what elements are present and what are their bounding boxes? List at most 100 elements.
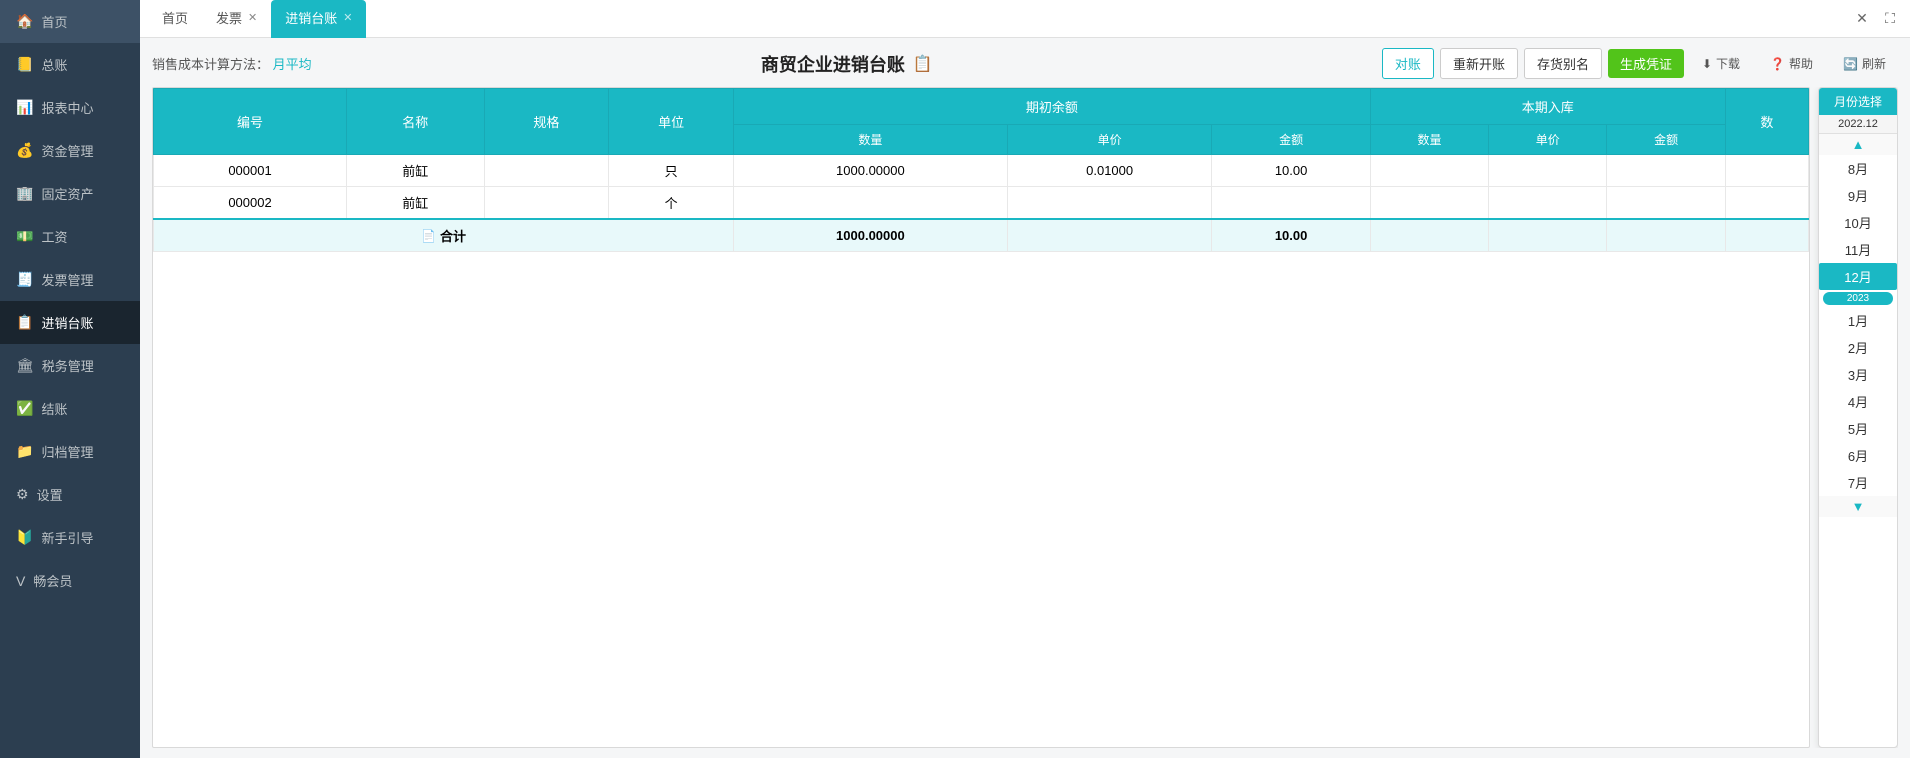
cell-price-start: 0.01000	[1007, 155, 1212, 187]
tab-label: 发票	[216, 8, 242, 27]
refresh-icon: 🔄	[1843, 57, 1858, 71]
generate-voucher-button[interactable]: 生成凭证	[1608, 49, 1684, 78]
reopen-button[interactable]: 重新开账	[1440, 48, 1518, 79]
cell-name: 前缸	[347, 187, 485, 220]
download-icon: ⬇	[1702, 57, 1712, 71]
month-item-2023-3[interactable]: 3月	[1819, 361, 1897, 388]
sidebar-icon-reports: 📊	[16, 99, 33, 116]
total-extra	[1725, 219, 1808, 252]
title-area: 商贸企业进销台账 📋	[761, 51, 933, 77]
year-badge-2023: 2023	[1823, 292, 1893, 305]
sidebar-item-tax[interactable]: 🏛税务管理	[0, 344, 140, 387]
month-item-2023-7[interactable]: 7月	[1819, 469, 1897, 496]
sidebar-label-invoice: 发票管理	[41, 270, 93, 289]
month-item-11[interactable]: 11月	[1819, 236, 1897, 263]
month-item-2023-6[interactable]: 6月	[1819, 442, 1897, 469]
cell-code: 000002	[154, 187, 347, 220]
sidebar-item-purchase-sales[interactable]: 📋进销台账	[0, 301, 140, 344]
month-scroll-up[interactable]: ▲	[1819, 134, 1897, 155]
col-name: 名称	[347, 89, 485, 155]
page-title: 商贸企业进销台账	[761, 51, 905, 77]
sidebar-icon-invoice: 🧾	[16, 271, 33, 288]
total-amount-in	[1607, 219, 1725, 252]
col-group-period-start: 期初余额	[733, 89, 1370, 125]
action-buttons: 对账 重新开账 存货别名 生成凭证 ⬇ 下载 ❓ 帮助 🔄 刷新	[1382, 48, 1898, 79]
sidebar-item-payroll[interactable]: 💵 工资	[0, 215, 140, 258]
main-area: 首页发票✕进销台账✕ 销售成本计算方法： 月平均 商贸企业进销台账 📋 对账 重…	[140, 0, 1910, 758]
cell-price-start	[1007, 187, 1212, 220]
sidebar-item-invoice[interactable]: 🧾 发票管理	[0, 258, 140, 301]
cell-spec	[484, 155, 609, 187]
sidebar-icon-settings: ⚙	[16, 486, 29, 503]
cell-qty-start	[733, 187, 1007, 220]
sidebar-item-ledger[interactable]: 📒 总账	[0, 43, 140, 86]
month-item-2023-1[interactable]: 1月	[1819, 307, 1897, 334]
month-item-12[interactable]: 12月	[1819, 263, 1897, 290]
sub-amount-start: 金额	[1212, 125, 1370, 155]
help-button[interactable]: ❓ 帮助	[1758, 50, 1825, 77]
total-amount-start: 10.00	[1212, 219, 1370, 252]
save-alias-button[interactable]: 存货别名	[1524, 48, 1602, 79]
tab-close-icon[interactable]: ✕	[248, 11, 257, 24]
cell-unit: 个	[609, 187, 734, 220]
total-icon: 📄	[421, 229, 436, 243]
sidebar-item-member[interactable]: V畅会员	[0, 559, 140, 602]
tab-发票[interactable]: 发票 ✕	[202, 0, 271, 38]
sidebar-item-guide[interactable]: 🔰新手引导	[0, 516, 140, 559]
cell-qty-in	[1370, 187, 1488, 220]
total-qty-start: 1000.00000	[733, 219, 1007, 252]
sidebar-icon-payroll: 💵	[16, 228, 33, 245]
table-wrapper[interactable]: 编号 名称 规格 单位 期初余额 本期入库 数 数量 单价 金额 数	[152, 87, 1810, 748]
sidebar-item-funds[interactable]: 💰 资金管理	[0, 129, 140, 172]
help-icon: ❓	[1770, 57, 1785, 71]
tab-close-icon[interactable]: ✕	[343, 11, 352, 24]
month-year-2022: 2022.12	[1819, 115, 1897, 134]
month-scroll-down[interactable]: ▼	[1819, 496, 1897, 517]
sidebar-item-reports[interactable]: 📊报表中心	[0, 86, 140, 129]
tab-首页[interactable]: 首页	[148, 0, 202, 38]
sidebar-label-payroll: 工资	[41, 227, 67, 246]
title-info-icon[interactable]: 📋	[913, 54, 933, 74]
maximize-window-button[interactable]: ⛶	[1880, 8, 1900, 28]
month-item-2023-2[interactable]: 2月	[1819, 334, 1897, 361]
col-extra: 数	[1725, 89, 1808, 155]
month-item-8[interactable]: 8月	[1819, 155, 1897, 182]
refresh-button[interactable]: 🔄 刷新	[1831, 50, 1898, 77]
reconcile-button[interactable]: 对账	[1382, 48, 1434, 79]
month-panel: 月份选择 2022.12 ▲ 8月 9月 10月 11月 12月 2023 1月…	[1818, 87, 1898, 748]
sidebar-label-ledger: 总账	[41, 55, 67, 74]
sidebar-item-archive[interactable]: 📁归档管理	[0, 430, 140, 473]
month-item-2023-5[interactable]: 5月	[1819, 415, 1897, 442]
month-item-2023-4[interactable]: 4月	[1819, 388, 1897, 415]
sidebar-label-funds: 资金管理	[41, 141, 93, 160]
total-label-cell: 📄 合计	[154, 219, 734, 252]
sidebar-icon-funds: 💰	[16, 142, 33, 159]
total-row: 📄 合计 1000.00000 10.00	[154, 219, 1809, 252]
cell-amount-in	[1607, 155, 1725, 187]
close-window-button[interactable]: ✕	[1852, 8, 1872, 28]
sidebar-item-settings[interactable]: ⚙设置	[0, 473, 140, 516]
cell-qty-in	[1370, 155, 1488, 187]
sidebar-icon-checkout: ✅	[16, 400, 33, 417]
sidebar-icon-ledger: 📒	[16, 56, 33, 73]
cell-price-in	[1489, 187, 1607, 220]
tab-label: 首页	[162, 8, 188, 27]
sidebar-item-home[interactable]: 🏠首页	[0, 0, 140, 43]
cell-amount-in	[1607, 187, 1725, 220]
total-label-text: 合计	[440, 226, 466, 245]
sidebar-item-assets[interactable]: 🏢固定资产	[0, 172, 140, 215]
total-price-in	[1489, 219, 1607, 252]
month-item-10[interactable]: 10月	[1819, 209, 1897, 236]
tab-label: 进销台账	[285, 8, 337, 27]
tab-进销台账[interactable]: 进销台账 ✕	[271, 0, 366, 38]
download-button[interactable]: ⬇ 下载	[1690, 50, 1752, 77]
main-table: 编号 名称 规格 单位 期初余额 本期入库 数 数量 单价 金额 数	[153, 88, 1809, 252]
cell-amount-start	[1212, 187, 1370, 220]
cost-method-value: 月平均	[273, 57, 312, 72]
sidebar-item-checkout[interactable]: ✅结账	[0, 387, 140, 430]
total-qty-in	[1370, 219, 1488, 252]
cell-spec	[484, 187, 609, 220]
month-item-9[interactable]: 9月	[1819, 182, 1897, 209]
sidebar-icon-member: V	[16, 573, 25, 589]
cell-extra	[1725, 187, 1808, 220]
